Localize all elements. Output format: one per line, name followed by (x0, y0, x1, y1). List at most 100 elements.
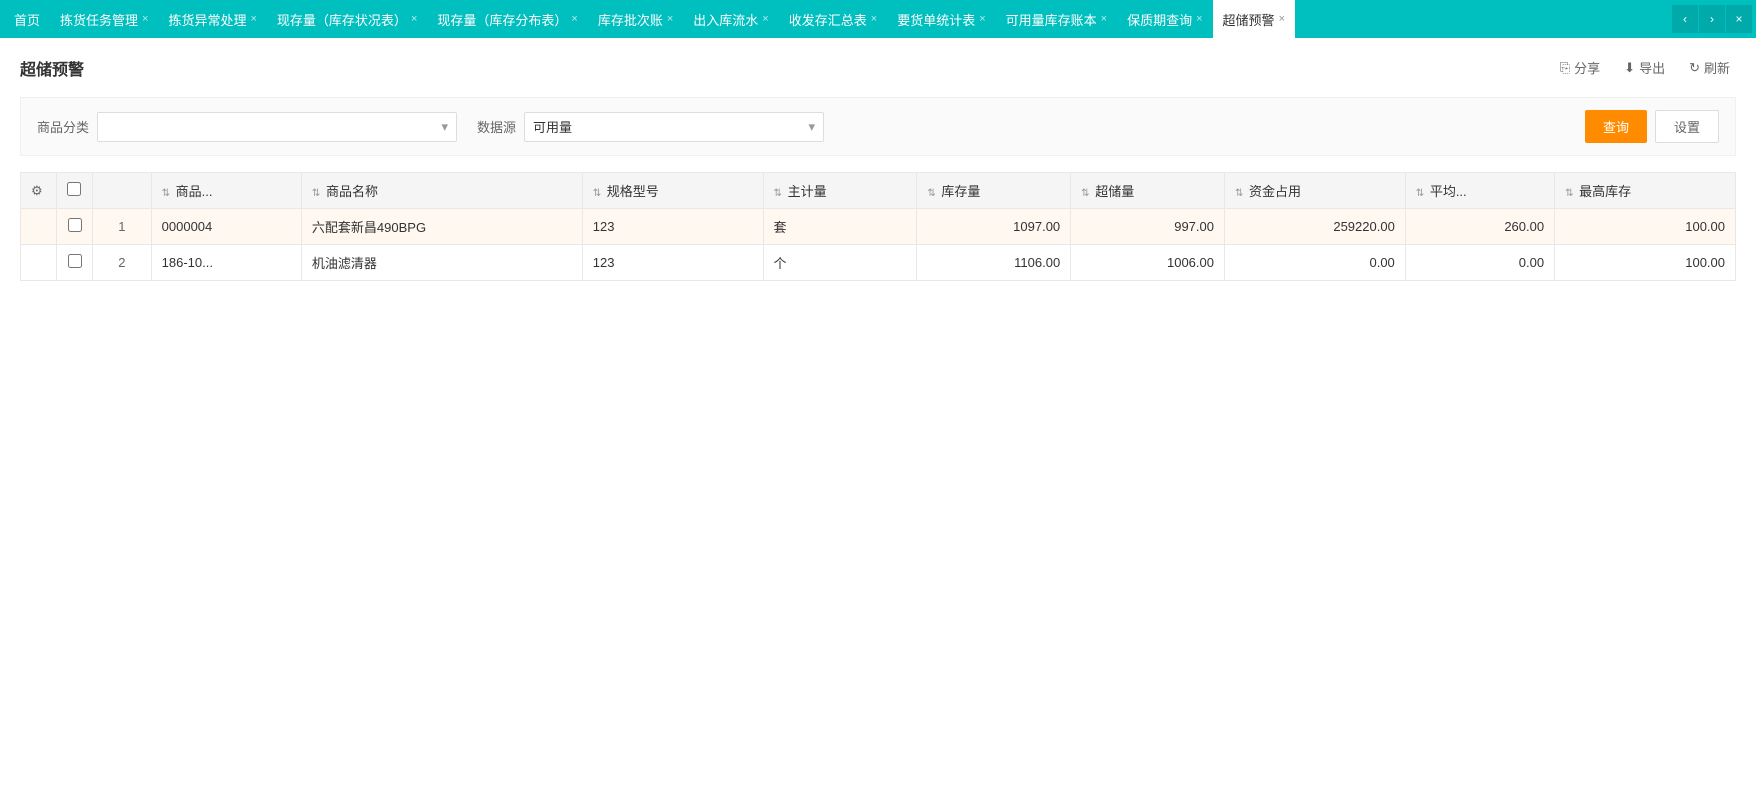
nav-close-button[interactable]: × (1726, 5, 1752, 33)
close-tab-task-mgmt[interactable]: × (142, 13, 148, 25)
close-tab-available-book[interactable]: × (1101, 13, 1107, 25)
close-tab-abnormal[interactable]: × (250, 13, 256, 25)
td-product-name: 机油滤清器 (301, 245, 582, 281)
chevron-down-icon (441, 119, 448, 135)
nav-tab-abnormal[interactable]: 拣货异常处理 × (158, 0, 266, 38)
th-product-code: ⇅ 商品... (151, 173, 301, 209)
td-settings (21, 245, 57, 281)
td-avg: 260.00 (1405, 209, 1554, 245)
td-max-stock: 100.00 (1555, 245, 1736, 281)
nav-tab-stock-dist[interactable]: 现存量（库存分布表） × (427, 0, 587, 38)
page-header: 超储预警 ⎘ 分享 ⬇ 导出 ↻ 刷新 (20, 54, 1736, 81)
sort-icon-max-stock: ⇅ (1565, 188, 1573, 199)
row-checkbox-0[interactable] (68, 218, 82, 232)
table-row: 10000004六配套新昌490BPG123套1097.00997.002592… (21, 209, 1736, 245)
td-stock: 1097.00 (917, 209, 1071, 245)
nav-tab-task-mgmt[interactable]: 拣货任务管理 × (50, 0, 158, 38)
nav-next-button[interactable]: › (1699, 5, 1725, 33)
td-capital: 259220.00 (1224, 209, 1405, 245)
table-header-row: ⚙ ⇅ 商品... ⇅ 商品名称 ⇅ 规格型号 (21, 173, 1736, 209)
th-checkbox (57, 173, 93, 209)
close-tab-stock-status[interactable]: × (411, 13, 417, 25)
td-rownum: 1 (93, 209, 152, 245)
th-overstock: ⇅ 超储量 (1071, 173, 1225, 209)
nav-tab-home[interactable]: 首页 (4, 0, 50, 38)
nav-tab-available-book[interactable]: 可用量库存账本 × (996, 0, 1117, 38)
top-nav: 首页 拣货任务管理 × 拣货异常处理 × 现存量（库存状况表） × 现存量（库存… (0, 0, 1756, 38)
filter-row: 商品分类 数据源 可用量 查询 设置 (20, 97, 1736, 156)
close-tab-stock-dist[interactable]: × (571, 13, 577, 25)
nav-tab-inout-flow[interactable]: 出入库流水 × (683, 0, 778, 38)
td-rownum: 2 (93, 245, 152, 281)
th-unit: ⇅ 主计量 (763, 173, 917, 209)
td-avg: 0.00 (1405, 245, 1554, 281)
nav-tab-order-stat[interactable]: 要货单统计表 × (887, 0, 995, 38)
td-product-code: 186-10... (151, 245, 301, 281)
sort-icon-product-name: ⇅ (312, 188, 320, 199)
sort-icon-unit: ⇅ (774, 188, 782, 199)
close-tab-recv-send[interactable]: × (871, 13, 877, 25)
td-unit: 个 (763, 245, 917, 281)
td-spec: 123 (582, 245, 763, 281)
nav-tab-recv-send[interactable]: 收发存汇总表 × (779, 0, 887, 38)
nav-arrows: ‹ › × (1672, 5, 1752, 33)
th-stock: ⇅ 库存量 (917, 173, 1071, 209)
td-checkbox (57, 209, 93, 245)
datasource-value: 可用量 (533, 117, 572, 136)
th-product-name: ⇅ 商品名称 (301, 173, 582, 209)
td-max-stock: 100.00 (1555, 209, 1736, 245)
share-icon: ⎘ (1560, 60, 1570, 76)
query-button[interactable]: 查询 (1585, 110, 1647, 143)
row-checkbox-1[interactable] (68, 254, 82, 268)
settings-gear-icon[interactable]: ⚙ (31, 183, 43, 198)
td-overstock: 1006.00 (1071, 245, 1225, 281)
nav-prev-button[interactable]: ‹ (1672, 5, 1698, 33)
close-tab-inout-flow[interactable]: × (762, 13, 768, 25)
td-checkbox (57, 245, 93, 281)
main-content: 超储预警 ⎘ 分享 ⬇ 导出 ↻ 刷新 商品分类 数据源 (0, 38, 1756, 800)
refresh-button[interactable]: ↻ 刷新 (1683, 54, 1736, 81)
category-select[interactable] (97, 112, 457, 142)
sort-icon-capital: ⇅ (1235, 188, 1243, 199)
close-tab-overstock-warning[interactable]: × (1279, 13, 1285, 25)
export-button[interactable]: ⬇ 导出 (1618, 54, 1671, 81)
td-spec: 123 (582, 209, 763, 245)
th-max-stock: ⇅ 最高库存 (1555, 173, 1736, 209)
export-icon: ⬇ (1624, 60, 1635, 76)
td-stock: 1106.00 (917, 245, 1071, 281)
nav-tab-batch-account[interactable]: 库存批次账 × (588, 0, 683, 38)
sort-icon-avg: ⇅ (1416, 188, 1424, 199)
sort-icon-stock: ⇅ (927, 188, 935, 199)
settings-button[interactable]: 设置 (1655, 110, 1719, 143)
header-actions: ⎘ 分享 ⬇ 导出 ↻ 刷新 (1554, 54, 1736, 81)
filter-actions: 查询 设置 (1585, 110, 1719, 143)
table-row: 2186-10...机油滤清器123个1106.001006.000.000.0… (21, 245, 1736, 281)
nav-tab-overstock-warning[interactable]: 超储预警 × (1213, 0, 1295, 38)
close-tab-order-stat[interactable]: × (979, 13, 985, 25)
nav-tab-stock-status[interactable]: 现存量（库存状况表） × (267, 0, 427, 38)
select-all-checkbox[interactable] (67, 182, 81, 196)
td-overstock: 997.00 (1071, 209, 1225, 245)
td-settings (21, 209, 57, 245)
category-label: 商品分类 (37, 117, 89, 136)
data-table: ⚙ ⇅ 商品... ⇅ 商品名称 ⇅ 规格型号 (20, 172, 1736, 281)
th-rownum (93, 173, 152, 209)
td-capital: 0.00 (1224, 245, 1405, 281)
th-settings: ⚙ (21, 173, 57, 209)
refresh-icon: ↻ (1689, 60, 1700, 76)
datasource-filter-group: 数据源 可用量 (477, 112, 824, 142)
sort-icon-overstock: ⇅ (1081, 188, 1089, 199)
th-capital: ⇅ 资金占用 (1224, 173, 1405, 209)
category-filter-group: 商品分类 (37, 112, 457, 142)
chevron-down-icon-2 (809, 119, 816, 135)
sort-icon-spec: ⇅ (593, 188, 601, 199)
sort-icon-product-code: ⇅ (162, 188, 170, 199)
td-unit: 套 (763, 209, 917, 245)
page-title: 超储预警 (20, 56, 84, 80)
datasource-select[interactable]: 可用量 (524, 112, 824, 142)
share-button[interactable]: ⎘ 分享 (1554, 54, 1606, 81)
close-tab-quality-check[interactable]: × (1196, 13, 1202, 25)
close-tab-batch-account[interactable]: × (667, 13, 673, 25)
datasource-label: 数据源 (477, 117, 516, 136)
nav-tab-quality-check[interactable]: 保质期查询 × (1117, 0, 1212, 38)
